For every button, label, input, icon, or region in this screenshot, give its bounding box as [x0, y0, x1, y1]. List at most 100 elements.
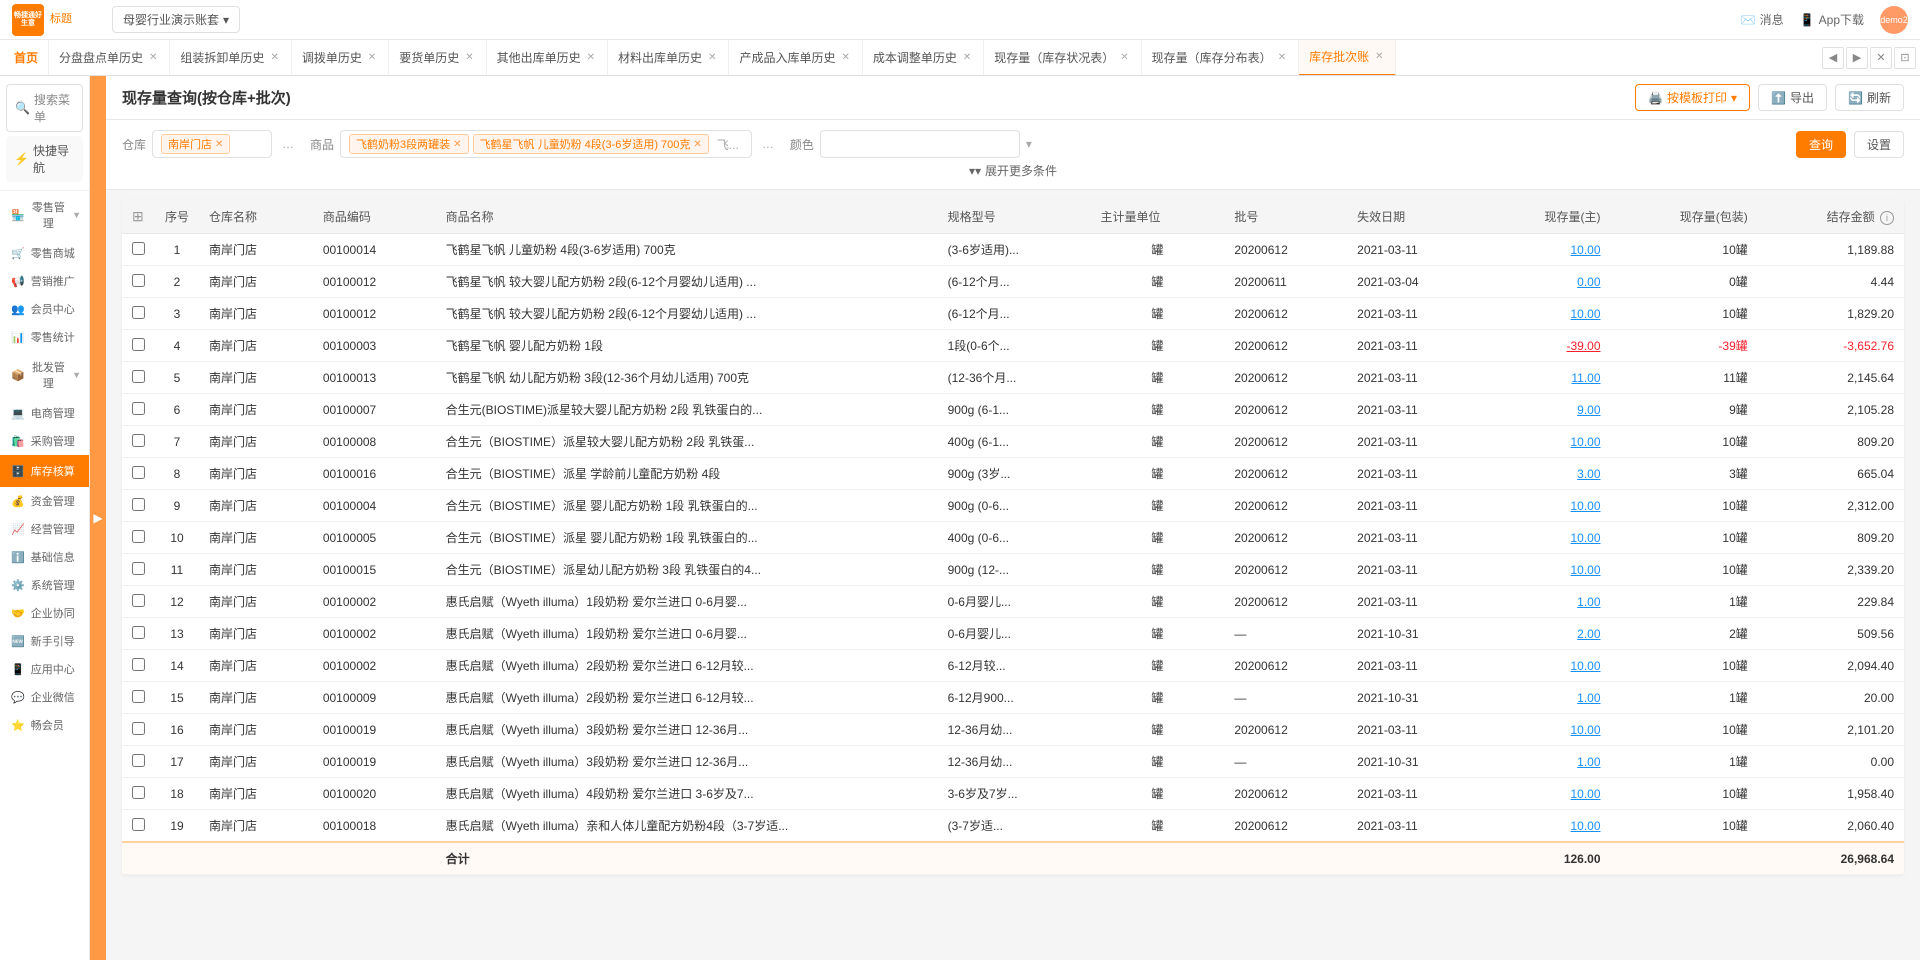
- row-stock-main-18[interactable]: 10.00: [1483, 810, 1610, 843]
- row-checkbox-17[interactable]: [122, 778, 155, 810]
- tab-close-batch-voucher[interactable]: ✕: [1373, 49, 1385, 64]
- row-checkbox-input-0[interactable]: [132, 242, 145, 255]
- row-checkbox-input-17[interactable]: [132, 786, 145, 799]
- sidebar-item-retail[interactable]: 🏪 零售管理 ▼: [0, 191, 89, 239]
- tab-other-out-history[interactable]: 其他出库单历史 ✕: [487, 40, 608, 76]
- row-checkbox-input-9[interactable]: [132, 530, 145, 543]
- column-settings-icon[interactable]: ⊞: [132, 208, 144, 224]
- row-checkbox-2[interactable]: [122, 298, 155, 330]
- tab-close-inventory-dist[interactable]: ✕: [1276, 50, 1288, 65]
- row-checkbox-11[interactable]: [122, 586, 155, 618]
- sidebar-search[interactable]: 🔍 搜索菜单: [6, 84, 83, 132]
- row-checkbox-15[interactable]: [122, 714, 155, 746]
- product-tag-container[interactable]: 飞鹤奶粉3段两罐装 ✕ 飞鹤星飞帆 儿童奶粉 4段(3-6岁适用) 700克 ✕…: [340, 130, 752, 158]
- print-btn[interactable]: 🖨️ 按模板打印 ▾: [1635, 84, 1750, 111]
- messages-btn[interactable]: ✉️ 消息: [1741, 11, 1784, 28]
- row-checkbox-input-14[interactable]: [132, 690, 145, 703]
- row-checkbox-input-8[interactable]: [132, 498, 145, 511]
- row-checkbox-9[interactable]: [122, 522, 155, 554]
- row-stock-main-0[interactable]: 10.00: [1483, 234, 1610, 266]
- sidebar-item-operation[interactable]: 📈 经营管理: [0, 515, 89, 543]
- sidebar-item-retail-shop[interactable]: 🛒 零售商城: [0, 239, 89, 267]
- row-checkbox-input-2[interactable]: [132, 306, 145, 319]
- sidebar-item-finance[interactable]: 💰 资金管理: [0, 487, 89, 515]
- tab-menu-btn[interactable]: ⊡: [1894, 47, 1916, 69]
- row-stock-main-4[interactable]: 11.00: [1483, 362, 1610, 394]
- warehouse-tag-container[interactable]: 南岸门店 ✕: [152, 130, 272, 158]
- tab-cost-adjust-history[interactable]: 成本调整单历史 ✕: [863, 40, 984, 76]
- row-checkbox-10[interactable]: [122, 554, 155, 586]
- sidebar-item-cooperation[interactable]: 🤝 企业协同: [0, 599, 89, 627]
- balance-info-icon[interactable]: i: [1880, 211, 1894, 225]
- tab-close-cost-adjust-history[interactable]: ✕: [961, 50, 973, 65]
- row-checkbox-0[interactable]: [122, 234, 155, 266]
- warehouse-tag-close[interactable]: ✕: [215, 139, 223, 150]
- sidebar-item-purchase[interactable]: 🛍️ 采购管理: [0, 427, 89, 455]
- product-tag-2-close[interactable]: ✕: [693, 139, 701, 150]
- sidebar-quick-nav[interactable]: ⚡ 快捷导航: [6, 136, 83, 182]
- row-stock-main-5[interactable]: 9.00: [1483, 394, 1610, 426]
- sidebar-item-members[interactable]: 👥 会员中心: [0, 295, 89, 323]
- product-more-dots[interactable]: 飞...: [713, 136, 743, 153]
- tab-home[interactable]: 首页: [4, 40, 49, 76]
- row-checkbox-4[interactable]: [122, 362, 155, 394]
- row-checkbox-5[interactable]: [122, 394, 155, 426]
- row-checkbox-7[interactable]: [122, 458, 155, 490]
- row-checkbox-input-5[interactable]: [132, 402, 145, 415]
- row-checkbox-3[interactable]: [122, 330, 155, 362]
- row-checkbox-input-10[interactable]: [132, 562, 145, 575]
- tab-material-out-history[interactable]: 材料出库单历史 ✕: [608, 40, 729, 76]
- tab-close-inventory-history[interactable]: ✕: [147, 50, 159, 65]
- tab-close-other-out-history[interactable]: ✕: [585, 50, 597, 65]
- row-stock-main-16[interactable]: 1.00: [1483, 746, 1610, 778]
- sidebar-item-marketing[interactable]: 📢 营销推广: [0, 267, 89, 295]
- settings-btn[interactable]: 设置: [1854, 131, 1904, 158]
- row-stock-main-1[interactable]: 0.00: [1483, 266, 1610, 298]
- row-checkbox-6[interactable]: [122, 426, 155, 458]
- row-checkbox-16[interactable]: [122, 746, 155, 778]
- tab-inventory-status[interactable]: 现存量（库存状况表） ✕: [984, 40, 1141, 76]
- row-checkbox-input-1[interactable]: [132, 274, 145, 287]
- tab-prev-btn[interactable]: ◀: [1822, 47, 1844, 69]
- row-stock-main-2[interactable]: 10.00: [1483, 298, 1610, 330]
- row-stock-main-17[interactable]: 10.00: [1483, 778, 1610, 810]
- tab-close-transfer-history[interactable]: ✕: [366, 50, 378, 65]
- row-checkbox-input-15[interactable]: [132, 722, 145, 735]
- row-checkbox-input-11[interactable]: [132, 594, 145, 607]
- row-checkbox-input-3[interactable]: [132, 338, 145, 351]
- refresh-btn[interactable]: 🔄 刷新: [1835, 84, 1904, 111]
- row-stock-main-12[interactable]: 2.00: [1483, 618, 1610, 650]
- row-stock-main-8[interactable]: 10.00: [1483, 490, 1610, 522]
- tab-close-material-out-history[interactable]: ✕: [706, 50, 718, 65]
- export-btn[interactable]: ⬆️ 导出: [1758, 84, 1827, 111]
- user-menu[interactable]: demo2: [1880, 6, 1908, 34]
- tab-inventory-history[interactable]: 分盘盘点单历史 ✕: [49, 40, 170, 76]
- tab-close-require-history[interactable]: ✕: [463, 50, 475, 65]
- row-stock-main-15[interactable]: 10.00: [1483, 714, 1610, 746]
- tab-next-btn[interactable]: ▶: [1846, 47, 1868, 69]
- tab-require-history[interactable]: 要货单历史 ✕: [389, 40, 486, 76]
- sidebar-item-inventory[interactable]: 🗄️ 库存核算: [0, 455, 89, 487]
- sidebar-collapse-btn[interactable]: ▶: [90, 76, 106, 960]
- row-checkbox-13[interactable]: [122, 650, 155, 682]
- row-checkbox-1[interactable]: [122, 266, 155, 298]
- row-stock-main-14[interactable]: 1.00: [1483, 682, 1610, 714]
- row-checkbox-12[interactable]: [122, 618, 155, 650]
- row-stock-main-6[interactable]: 10.00: [1483, 426, 1610, 458]
- warehouse-more-dots[interactable]: …: [278, 137, 298, 151]
- row-stock-main-13[interactable]: 10.00: [1483, 650, 1610, 682]
- tab-close-all-btn[interactable]: ✕: [1870, 47, 1892, 69]
- row-checkbox-input-13[interactable]: [132, 658, 145, 671]
- row-checkbox-input-6[interactable]: [132, 434, 145, 447]
- sidebar-item-basic[interactable]: ℹ️ 基础信息: [0, 543, 89, 571]
- tab-batch-voucher[interactable]: 库存批次账 ✕: [1299, 40, 1396, 76]
- tab-inventory-dist[interactable]: 现存量（库存分布表） ✕: [1142, 40, 1299, 76]
- product-filter-more[interactable]: …: [758, 137, 778, 151]
- sidebar-item-wholesale[interactable]: 📦 批发管理 ▼: [0, 351, 89, 399]
- query-btn[interactable]: 查询: [1796, 131, 1846, 158]
- sidebar-item-app-center[interactable]: 📱 应用中心: [0, 655, 89, 683]
- app-download-btn[interactable]: 📱 App下载: [1800, 11, 1864, 28]
- expand-conditions-btn[interactable]: ▾▾ 展开更多条件: [953, 162, 1073, 179]
- sidebar-item-system[interactable]: ⚙️ 系统管理: [0, 571, 89, 599]
- tab-product-in-history[interactable]: 产成品入库单历史 ✕: [729, 40, 862, 76]
